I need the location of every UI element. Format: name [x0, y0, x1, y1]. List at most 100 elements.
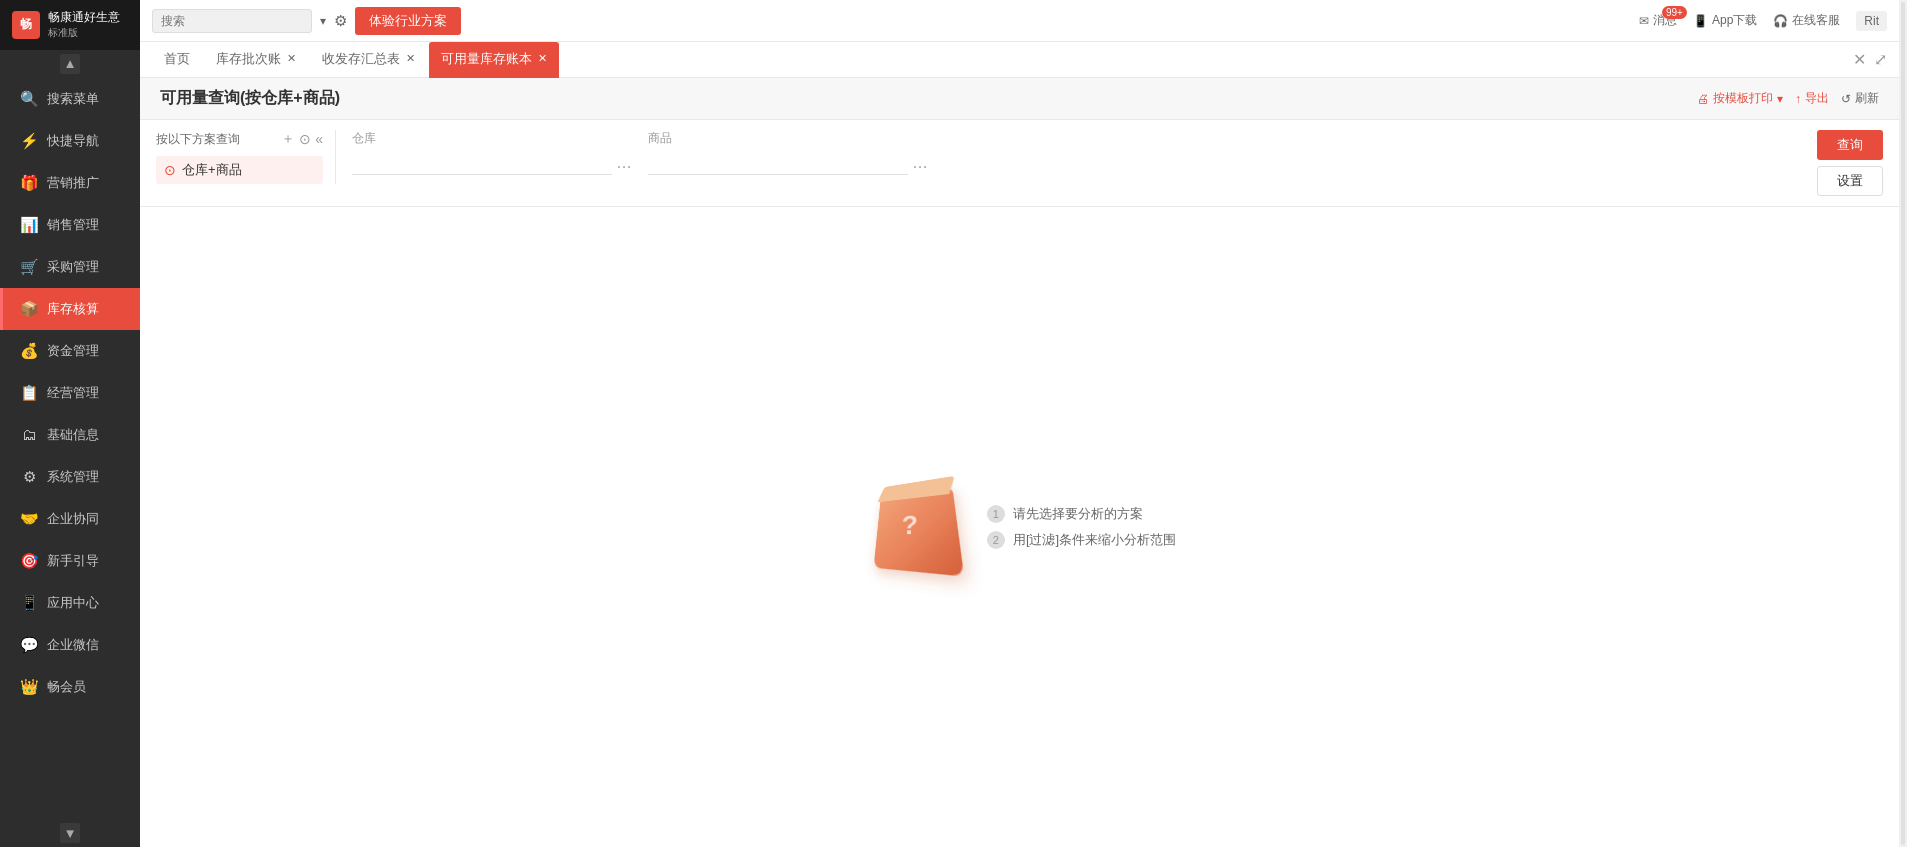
tab-available-qty[interactable]: 可用量库存账本 ✕ [429, 42, 559, 78]
user-label: Rit [1864, 14, 1879, 28]
filter-right: 查询 设置 [1817, 130, 1883, 196]
settings-icon[interactable]: ⚙ [334, 12, 347, 30]
lightning-icon: ⚡ [19, 132, 39, 150]
sidebar-item-purchase[interactable]: 🛒 采购管理 [0, 246, 140, 288]
topbar: ▾ ⚙ 体验行业方案 ✉ 消息 99+ 📱 App下载 🎧 在线客服 Rit [140, 0, 1899, 42]
gift-icon: 🎁 [19, 174, 39, 192]
sidebar-item-guide[interactable]: 🎯 新手引导 [0, 540, 140, 582]
sidebar: 畅 畅康通好生意 标准版 ▲ 🔍 搜索菜单 ⚡ 快捷导航 🎁 营销推广 📊 销售… [0, 0, 140, 847]
sidebar-item-finance[interactable]: 💰 资金管理 [0, 330, 140, 372]
scroll-track [1901, 2, 1905, 845]
empty-illustration [863, 477, 963, 577]
search-dropdown-button[interactable]: ▾ [320, 14, 326, 28]
sidebar-item-label: 资金管理 [47, 342, 99, 360]
sidebar-item-label: 搜索菜单 [47, 90, 99, 108]
empty-state: 1 请先选择要分析的方案 2 用[过滤]条件来缩小分析范围 [863, 477, 1176, 577]
sidebar-item-label: 经营管理 [47, 384, 99, 402]
tab-stock-summary[interactable]: 收发存汇总表 ✕ [310, 42, 427, 78]
product-label: 商品 [648, 130, 928, 147]
sidebar-item-wechat[interactable]: 💬 企业微信 [0, 624, 140, 666]
sidebar-item-label: 库存核算 [47, 300, 99, 318]
wechat-icon: 💬 [19, 636, 39, 654]
tab-close-icon[interactable]: ✕ [406, 52, 415, 65]
sidebar-item-label: 采购管理 [47, 258, 99, 276]
sidebar-item-enterprise[interactable]: 🤝 企业协同 [0, 498, 140, 540]
app-download-label: App下载 [1712, 12, 1757, 29]
query-button[interactable]: 查询 [1817, 130, 1883, 160]
sidebar-item-sales[interactable]: 📊 销售管理 [0, 204, 140, 246]
app-version: 标准版 [48, 26, 120, 40]
sidebar-scroll-up: ▲ [0, 50, 140, 78]
sidebar-item-label: 畅会员 [47, 678, 86, 696]
print-button[interactable]: 🖨 按模板打印 ▾ [1697, 90, 1783, 107]
chart-icon: 📊 [19, 216, 39, 234]
user-menu-button[interactable]: Rit [1856, 11, 1887, 31]
tab-bar: 首页 库存批次账 ✕ 收发存汇总表 ✕ 可用量库存账本 ✕ ✕ ⤢ [140, 42, 1899, 78]
scheme-item-label: 仓库+商品 [182, 161, 242, 179]
app-download-button[interactable]: 📱 App下载 [1693, 12, 1757, 29]
add-scheme-button[interactable]: ＋ [281, 130, 295, 148]
product-more-icon[interactable]: … [912, 154, 928, 172]
sidebar-item-search[interactable]: 🔍 搜索菜单 [0, 78, 140, 120]
sidebar-item-marketing[interactable]: 🎁 营销推广 [0, 162, 140, 204]
search-input[interactable] [152, 9, 312, 33]
scroll-up-button[interactable]: ▲ [60, 54, 80, 74]
column-settings-button[interactable]: 设置 [1817, 166, 1883, 196]
tab-close-icon[interactable]: ✕ [538, 52, 547, 65]
tab-inventory-batch[interactable]: 库存批次账 ✕ [204, 42, 308, 78]
scheme-item-icon: ⊙ [164, 162, 176, 178]
tab-label: 库存批次账 [216, 50, 281, 68]
scroll-down-button[interactable]: ▼ [60, 823, 80, 843]
filter-scheme-header: 按以下方案查询 ＋ ⊙ « [156, 130, 323, 148]
trial-button[interactable]: 体验行业方案 [355, 7, 461, 35]
sidebar-item-quick-nav[interactable]: ⚡ 快捷导航 [0, 120, 140, 162]
headset-icon: 🎧 [1773, 14, 1788, 28]
scheme-actions: ＋ ⊙ « [281, 130, 323, 148]
sidebar-item-appstore[interactable]: 📱 应用中心 [0, 582, 140, 624]
warehouse-input[interactable] [352, 151, 612, 175]
refresh-button[interactable]: ↺ 刷新 [1841, 90, 1879, 107]
cart-icon: 🛒 [19, 258, 39, 276]
export-button[interactable]: ↑ 导出 [1795, 90, 1829, 107]
export-icon: ↑ [1795, 92, 1801, 106]
hint-num-2: 2 [987, 531, 1005, 549]
message-button[interactable]: ✉ 消息 99+ [1639, 12, 1677, 29]
sidebar-item-label: 营销推广 [47, 174, 99, 192]
tab-close-icon[interactable]: ✕ [287, 52, 296, 65]
hint-text-2: 用[过滤]条件来缩小分析范围 [1013, 531, 1176, 549]
sidebar-item-inventory[interactable]: 📦 库存核算 [0, 288, 140, 330]
scheme-item-warehouse-product[interactable]: ⊙ 仓库+商品 [156, 156, 323, 184]
collapse-scheme-button[interactable]: « [315, 130, 323, 148]
sidebar-item-label: 系统管理 [47, 468, 99, 486]
handshake-icon: 🤝 [19, 510, 39, 528]
edit-scheme-button[interactable]: ⊙ [299, 130, 311, 148]
message-icon: ✉ [1639, 14, 1649, 28]
sidebar-item-operations[interactable]: 📋 经营管理 [0, 372, 140, 414]
filter-area: 按以下方案查询 ＋ ⊙ « ⊙ 仓库+商品 仓库 … 商 [140, 120, 1899, 207]
sidebar-item-basic-info[interactable]: 🗂 基础信息 [0, 414, 140, 456]
sidebar-item-members[interactable]: 👑 畅会员 [0, 666, 140, 708]
tab-home-label: 首页 [164, 50, 190, 68]
refresh-label: 刷新 [1855, 90, 1879, 107]
tab-home[interactable]: 首页 [152, 42, 202, 78]
box-icon: 📦 [19, 300, 39, 318]
target-icon: 🎯 [19, 552, 39, 570]
hint-text-1: 请先选择要分析的方案 [1013, 505, 1143, 523]
sidebar-header: 畅 畅康通好生意 标准版 [0, 0, 140, 50]
app-info: 畅康通好生意 标准版 [48, 10, 120, 40]
refresh-icon: ↺ [1841, 92, 1851, 106]
close-window-button[interactable]: ✕ [1853, 50, 1866, 69]
warehouse-more-icon[interactable]: … [616, 154, 632, 172]
product-filter-field: 商品 … [648, 130, 928, 175]
sidebar-item-system[interactable]: ⚙ 系统管理 [0, 456, 140, 498]
message-badge: 99+ [1662, 6, 1687, 19]
sidebar-item-label: 企业协同 [47, 510, 99, 528]
sidebar-item-label: 销售管理 [47, 216, 99, 234]
sidebar-item-label: 基础信息 [47, 426, 99, 444]
maximize-button[interactable]: ⤢ [1874, 50, 1887, 69]
crown-icon: 👑 [19, 678, 39, 696]
online-service-button[interactable]: 🎧 在线客服 [1773, 12, 1840, 29]
clipboard-icon: 📋 [19, 384, 39, 402]
right-scrollbar[interactable] [1899, 0, 1907, 847]
product-input[interactable] [648, 151, 908, 175]
